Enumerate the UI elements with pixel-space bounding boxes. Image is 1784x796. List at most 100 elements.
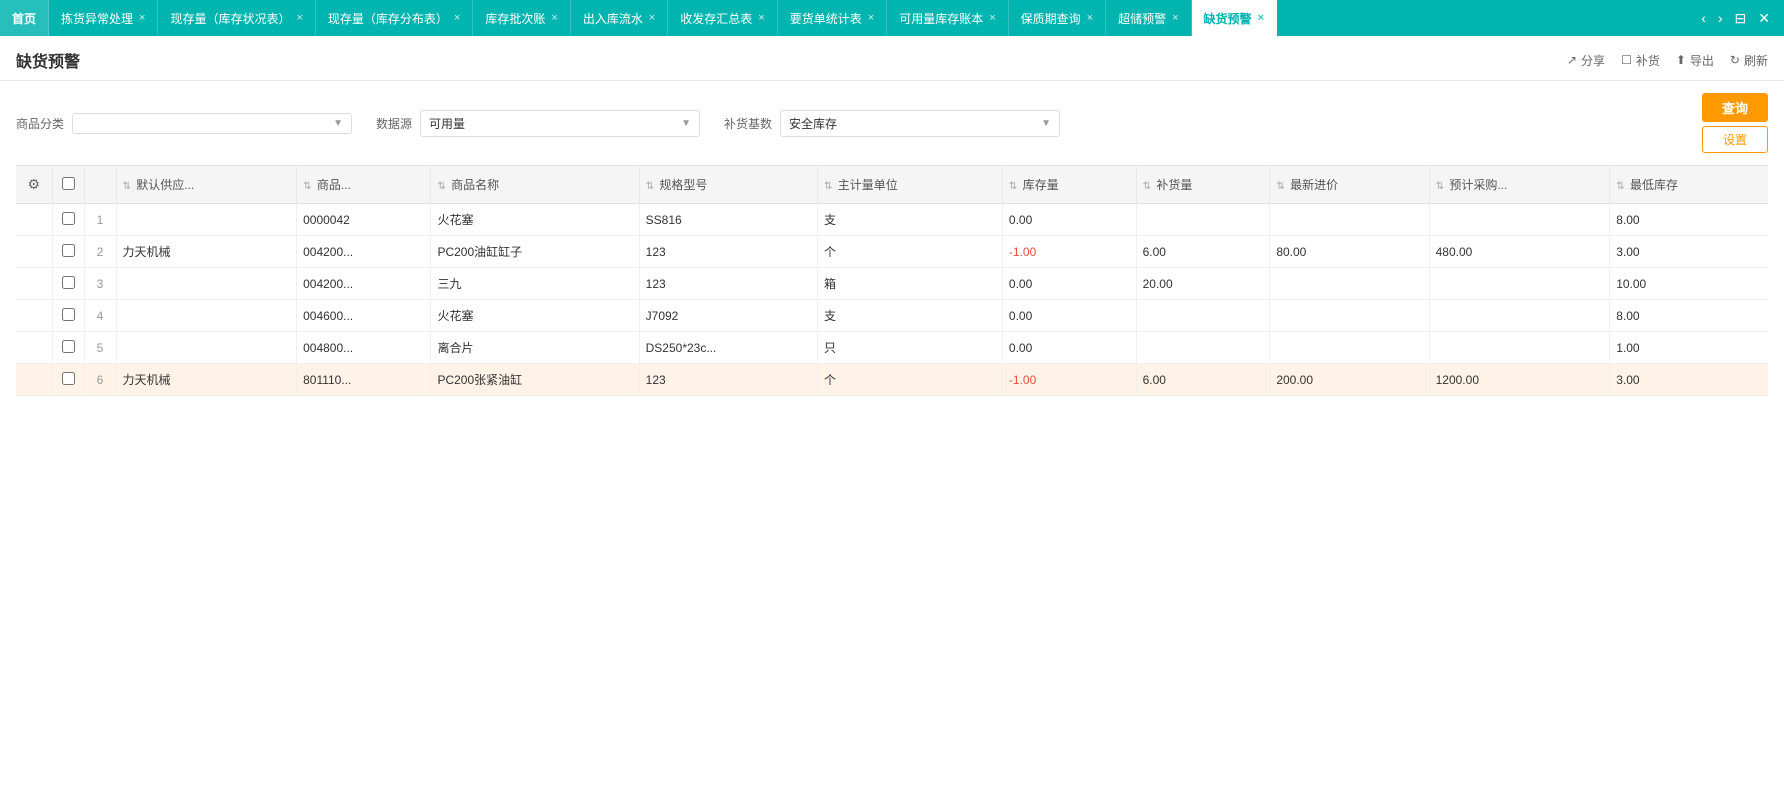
row-checkbox-cell[interactable] — [52, 204, 84, 236]
row-code: 004200... — [297, 268, 431, 300]
row-spec: 123 — [639, 364, 817, 396]
col-replenish: ⇅ 补货量 — [1136, 166, 1270, 204]
row-code: 004800... — [297, 332, 431, 364]
row-checkbox-1[interactable] — [62, 244, 75, 257]
close-tab-inventory-status[interactable]: × — [296, 12, 302, 24]
nav-tab-expiry[interactable]: 保质期查询 × — [1009, 0, 1106, 36]
row-checkbox-cell[interactable] — [52, 236, 84, 268]
close-tab-available[interactable]: × — [989, 12, 995, 24]
nav-tab-home[interactable]: 首页 — [0, 0, 49, 36]
row-name: 火花塞 — [431, 300, 639, 332]
query-button[interactable]: 查询 — [1702, 93, 1768, 122]
row-supplier: 力天机械 — [116, 364, 297, 396]
row-num-cell: 3 — [84, 268, 116, 300]
close-tab-expiry[interactable]: × — [1087, 12, 1093, 24]
row-checkbox-cell[interactable] — [52, 268, 84, 300]
row-checkbox-cell[interactable] — [52, 300, 84, 332]
row-stock: -1.00 — [1002, 236, 1136, 268]
datasource-label: 数据源 — [376, 115, 412, 132]
refresh-icon: ↻ — [1730, 53, 1740, 67]
refresh-button[interactable]: ↻ 刷新 — [1730, 52, 1768, 69]
share-button[interactable]: ↗ 分享 — [1567, 52, 1605, 69]
replenish-base-value: 安全库存 — [789, 115, 837, 132]
nav-tab-batch[interactable]: 库存批次账 × — [473, 0, 570, 36]
replenish-base-label: 补货基数 — [724, 115, 772, 132]
category-select[interactable]: ▼ — [72, 113, 352, 134]
row-unit: 个 — [818, 236, 1003, 268]
nav-prev-btn[interactable]: ‹ — [1695, 10, 1712, 26]
replenish-icon: ☐ — [1621, 53, 1632, 67]
row-estimated: 1200.00 — [1429, 364, 1610, 396]
stock-sort-icon: ⇅ — [1009, 181, 1017, 192]
nav-tab-receive[interactable]: 收发存汇总表 × — [668, 0, 777, 36]
unit-sort-icon: ⇅ — [824, 181, 832, 192]
row-checkbox-2[interactable] — [62, 276, 75, 289]
row-num-cell: 5 — [84, 332, 116, 364]
row-supplier — [116, 332, 297, 364]
row-spec: DS250*23c... — [639, 332, 817, 364]
nav-tab-inout[interactable]: 出入库流水 × — [571, 0, 668, 36]
col-settings: ⚙ — [16, 166, 52, 204]
replenish-button[interactable]: ☐ 补货 — [1621, 52, 1660, 69]
col-supplier: ⇅ 默认供应... — [116, 166, 297, 204]
top-nav: 首页 拣货异常处理 × 现存量（库存状况表） × 现存量（库存分布表） × 库存… — [0, 0, 1784, 36]
close-tab-receive[interactable]: × — [758, 12, 764, 24]
nav-tab-process[interactable]: 拣货异常处理 × — [49, 0, 158, 36]
table-row: 6 力天机械 801110... PC200张紧油缸 123 个 -1.00 6… — [16, 364, 1768, 396]
row-checkbox-4[interactable] — [62, 340, 75, 353]
datasource-select[interactable]: 可用量 ▼ — [420, 110, 700, 137]
row-latest-price: 200.00 — [1270, 364, 1429, 396]
close-tab-batch[interactable]: × — [551, 12, 557, 24]
row-replenish — [1136, 300, 1270, 332]
row-supplier — [116, 204, 297, 236]
row-code: 801110... — [297, 364, 431, 396]
row-estimated — [1429, 268, 1610, 300]
replenish-base-select[interactable]: 安全库存 ▼ — [780, 110, 1060, 137]
close-tab-demand[interactable]: × — [868, 12, 874, 24]
row-unit: 支 — [818, 204, 1003, 236]
close-tab-overstock[interactable]: × — [1172, 12, 1178, 24]
row-checkbox-cell[interactable] — [52, 364, 84, 396]
row-estimated: 480.00 — [1429, 236, 1610, 268]
row-checkbox-5[interactable] — [62, 372, 75, 385]
row-stock: 0.00 — [1002, 204, 1136, 236]
close-tab-inventory-dist[interactable]: × — [454, 12, 460, 24]
row-spec: SS816 — [639, 204, 817, 236]
nav-tab-available[interactable]: 可用量库存账本 × — [887, 0, 1008, 36]
row-code: 0000042 — [297, 204, 431, 236]
row-stock: 0.00 — [1002, 332, 1136, 364]
settings-button[interactable]: 设置 — [1702, 126, 1768, 153]
close-tab-shortage[interactable]: × — [1258, 12, 1264, 24]
nav-tab-overstock[interactable]: 超储预警 × — [1106, 0, 1191, 36]
replenish-base-arrow-icon: ▼ — [1041, 118, 1051, 129]
row-unit: 个 — [818, 364, 1003, 396]
min-stock-sort-icon: ⇅ — [1616, 181, 1624, 192]
category-filter: 商品分类 ▼ — [16, 113, 352, 134]
action-buttons: 查询 设置 — [1702, 93, 1768, 153]
datasource-value: 可用量 — [429, 115, 465, 132]
row-spec: J7092 — [639, 300, 817, 332]
nav-close-btn[interactable]: ✕ — [1752, 10, 1776, 27]
close-tab-process[interactable]: × — [139, 12, 145, 24]
nav-tab-inventory-dist[interactable]: 现存量（库存分布表） × — [316, 0, 473, 36]
close-tab-inout[interactable]: × — [649, 12, 655, 24]
table-row: 4 004600... 火花塞 J7092 支 0.00 8.00 — [16, 300, 1768, 332]
nav-tab-shortage[interactable]: 缺货预警 × — [1192, 0, 1277, 36]
export-button[interactable]: ⬆ 导出 — [1676, 52, 1714, 69]
row-latest-price: 80.00 — [1270, 236, 1429, 268]
row-settings-cell — [16, 268, 52, 300]
select-all-checkbox[interactable] — [62, 177, 75, 190]
column-settings-btn[interactable]: ⚙ — [23, 174, 44, 195]
row-checkbox-0[interactable] — [62, 212, 75, 225]
header-actions: ↗ 分享 ☐ 补货 ⬆ 导出 ↻ 刷新 — [1567, 52, 1768, 69]
nav-next-btn[interactable]: › — [1712, 10, 1729, 26]
page-header: 缺货预警 ↗ 分享 ☐ 补货 ⬆ 导出 ↻ 刷新 — [0, 36, 1784, 81]
row-replenish: 6.00 — [1136, 236, 1270, 268]
row-code: 004200... — [297, 236, 431, 268]
nav-tab-inventory-status[interactable]: 现存量（库存状况表） × — [158, 0, 315, 36]
row-checkbox-cell[interactable] — [52, 332, 84, 364]
nav-tab-demand[interactable]: 要货单统计表 × — [778, 0, 887, 36]
nav-restore-btn[interactable]: ⊟ — [1729, 10, 1753, 27]
row-checkbox-3[interactable] — [62, 308, 75, 321]
row-code: 004600... — [297, 300, 431, 332]
